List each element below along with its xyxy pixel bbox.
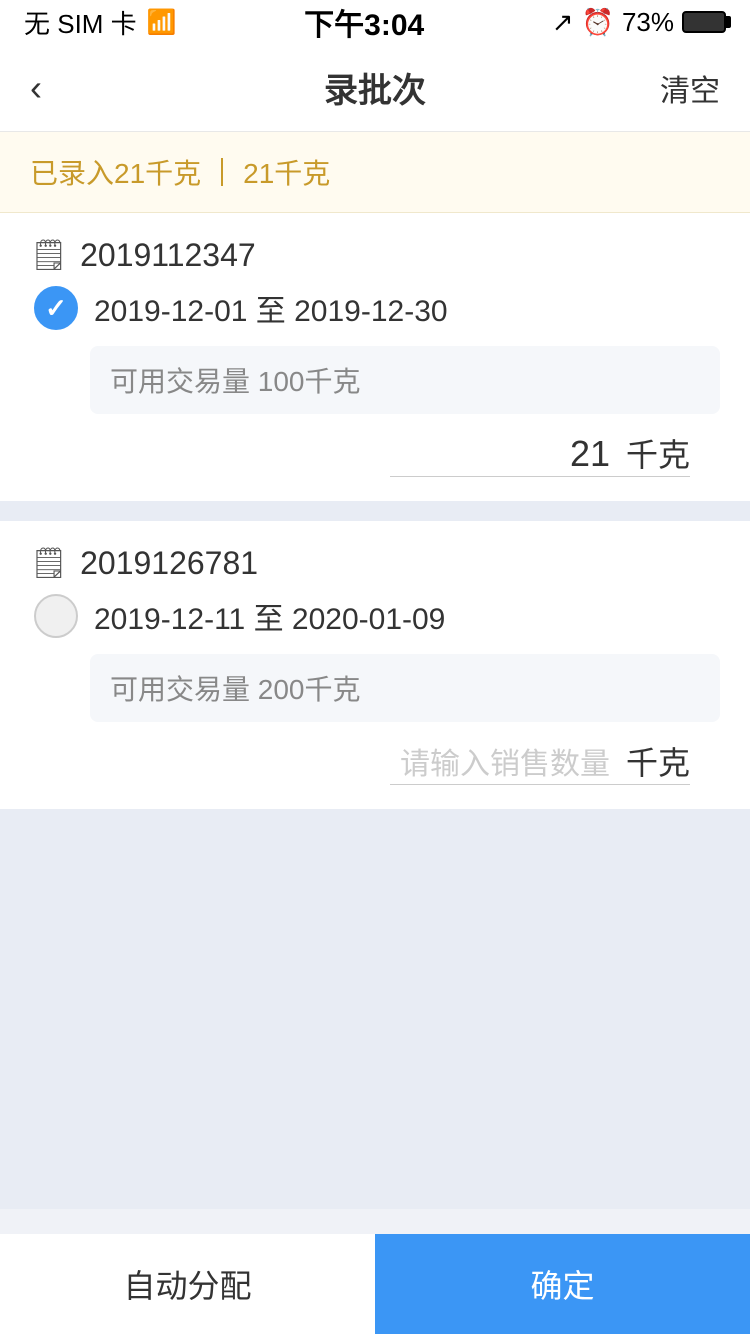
carrier-label: 无 SIM 卡 — [24, 4, 137, 41]
summary-divider — [221, 158, 223, 186]
batch-row-2: 2019-12-11 至 2020-01-09 — [30, 594, 720, 638]
quantity-underline-1 — [390, 476, 690, 477]
summary-label: 已录入21千克 — [30, 152, 201, 192]
batch-number-2: 2019126781 — [80, 545, 258, 582]
batch-icon-1: 🗒 — [30, 238, 68, 273]
bottom-area — [0, 809, 750, 1209]
clear-button[interactable]: 清空 — [660, 66, 720, 110]
summary-value: 21千克 — [243, 152, 330, 192]
batch-available-2: 可用交易量 200千克 — [90, 654, 720, 722]
quantity-unit-2: 千克 — [626, 738, 690, 784]
quantity-input-1[interactable] — [450, 433, 610, 475]
confirm-button[interactable]: 确定 — [375, 1234, 750, 1334]
batch-date-2: 2019-12-11 至 2020-01-09 — [94, 594, 445, 638]
quantity-placeholder-2: 请输入销售数量 — [400, 739, 610, 783]
status-time: 下午3:04 — [304, 0, 424, 44]
batch-header-2: 🗒 2019126781 — [30, 545, 720, 582]
batch-checkbox-2[interactable] — [34, 594, 78, 638]
batch-checkbox-1[interactable] — [34, 286, 78, 330]
quantity-row-2: 请输入销售数量 千克 — [30, 738, 720, 784]
batch-separator — [0, 501, 750, 521]
status-left: 无 SIM 卡 📶 — [24, 4, 177, 41]
wifi-icon: 📶 — [147, 8, 177, 37]
page-title: 录批次 — [324, 63, 426, 112]
batch-item-2: 🗒 2019126781 2019-12-11 至 2020-01-09 可用交… — [0, 521, 750, 809]
battery-percent: 73% — [622, 7, 674, 38]
batch-row-1: 2019-12-01 至 2019-12-30 — [30, 286, 720, 330]
auto-distribute-button[interactable]: 自动分配 — [0, 1234, 375, 1334]
status-bar: 无 SIM 卡 📶 下午3:04 ↗ ⏰ 73% — [0, 0, 750, 44]
quantity-row-1: 千克 — [30, 430, 720, 476]
batch-number-1: 2019112347 — [80, 237, 256, 274]
batch-icon-2: 🗒 — [30, 546, 68, 581]
battery-icon — [682, 11, 726, 33]
batch-item-1: 🗒 2019112347 2019-12-01 至 2019-12-30 可用交… — [0, 213, 750, 501]
quantity-underline-2 — [390, 784, 690, 785]
batch-header-1: 🗒 2019112347 — [30, 237, 720, 274]
back-button[interactable]: ‹ — [30, 67, 90, 109]
quantity-unit-1: 千克 — [626, 430, 690, 476]
batch-available-1: 可用交易量 100千克 — [90, 346, 720, 414]
bottom-buttons: 自动分配 确定 — [0, 1234, 750, 1334]
alarm-icon: ⏰ — [582, 7, 614, 38]
location-icon: ↗ — [552, 7, 574, 38]
batch-date-1: 2019-12-01 至 2019-12-30 — [94, 286, 448, 330]
nav-bar: ‹ 录批次 清空 — [0, 44, 750, 132]
summary-bar: 已录入21千克 21千克 — [0, 132, 750, 213]
status-right: ↗ ⏰ 73% — [552, 7, 726, 38]
